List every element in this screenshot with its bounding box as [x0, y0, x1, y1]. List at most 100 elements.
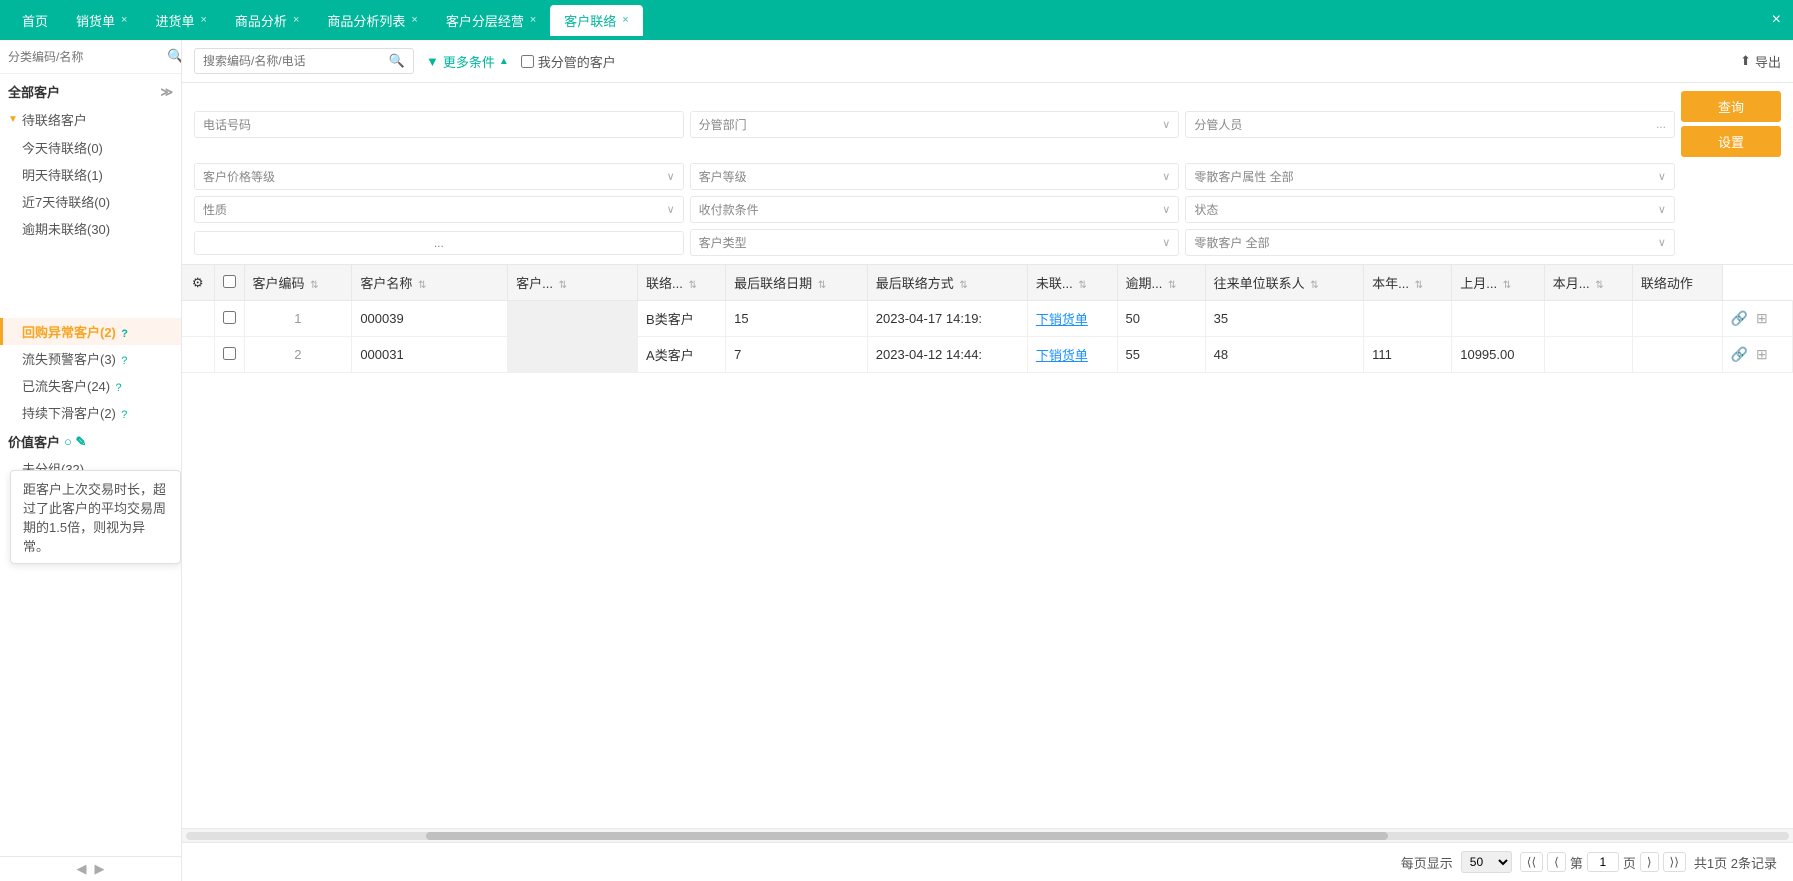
my-customer-check[interactable]	[521, 55, 534, 68]
filter-payment[interactable]: 收付款条件 ∨	[690, 196, 1180, 223]
row-overdue-cell: 48	[1205, 337, 1363, 373]
scrollbar-thumb[interactable]	[426, 832, 1388, 840]
arrow-icon: ▼	[8, 114, 18, 125]
filter-customer-level[interactable]: 客户等级 ∨	[690, 163, 1180, 190]
first-page-button[interactable]: ⟨⟨	[1520, 852, 1543, 872]
row-checkbox-cell[interactable]	[214, 337, 244, 373]
sidebar-item-overdue[interactable]: 逾期未联络(30)	[0, 215, 181, 242]
search-input[interactable]	[203, 54, 389, 68]
sidebar-item-tomorrow[interactable]: 明天待联络(1)	[0, 161, 181, 188]
close-icon[interactable]: ×	[293, 14, 299, 26]
sidebar-item-continuous-down[interactable]: 持续下滑客户(2) ?	[0, 399, 181, 426]
sidebar-item-reorder-abnormal[interactable]: 回购异常客户(2) ?	[0, 318, 181, 345]
contact2-column-header[interactable]: 往来单位联系人 ⇅	[1205, 265, 1363, 301]
row-checkbox[interactable]	[223, 347, 236, 360]
filter-customer-type[interactable]: 客户类型 ∨	[690, 229, 1180, 256]
setting-button[interactable]: 设置	[1681, 126, 1781, 157]
nav-product-analysis[interactable]: 商品分析 ×	[221, 5, 313, 36]
filter-icon: ▼	[426, 54, 439, 69]
type-column-header[interactable]: 客户... ⇅	[508, 265, 638, 301]
query-button[interactable]: 查询	[1681, 91, 1781, 122]
row-action-icons: 🔗 ⊞	[1731, 310, 1785, 327]
row-lastmethod-cell[interactable]: 下销货单	[1027, 337, 1117, 373]
nav-customer-contact[interactable]: 客户联络 ×	[550, 5, 642, 36]
next-page-button[interactable]: ⟩	[1640, 852, 1659, 872]
close-icon[interactable]: ×	[530, 14, 536, 26]
grid-action-icon[interactable]: ⊞	[1756, 346, 1768, 363]
row-name-cell	[508, 337, 638, 373]
horizontal-scrollbar[interactable]	[182, 828, 1793, 842]
filter-customer-level-arrow-icon: ∨	[1162, 170, 1170, 183]
search-icon[interactable]: 🔍	[389, 53, 405, 69]
link-action-icon[interactable]: 🔗	[1731, 346, 1748, 363]
settings-column-header[interactable]: ⚙	[182, 265, 214, 301]
link-action-icon[interactable]: 🔗	[1731, 310, 1748, 327]
filter-payment-label: 收付款条件	[699, 201, 759, 218]
thismonth-column-header[interactable]: 本月... ⇅	[1544, 265, 1632, 301]
window-close-button[interactable]: ×	[1772, 11, 1781, 29]
page-navigation: ⟨⟨ ⟨ 第 页 ⟩ ⟩⟩	[1520, 852, 1686, 872]
last-page-button[interactable]: ⟩⟩	[1663, 852, 1686, 872]
lastmethod-column-header[interactable]: 最后联络方式 ⇅	[867, 265, 1027, 301]
close-icon[interactable]: ×	[411, 14, 417, 26]
filter-nature[interactable]: 性质 ∨	[194, 196, 684, 223]
sidebar-item-7days[interactable]: 近7天待联络(0)	[0, 188, 181, 215]
filter-dept[interactable]: 分管部门 ∨	[690, 111, 1180, 138]
select-all-checkbox[interactable]	[223, 275, 236, 288]
close-icon[interactable]: ×	[121, 14, 127, 26]
close-icon[interactable]: ×	[200, 14, 206, 26]
value-group-edit-icon[interactable]: ○ ✎	[64, 434, 86, 450]
last-method-link[interactable]: 下销货单	[1036, 348, 1088, 363]
per-page-select[interactable]: 50 20 100	[1461, 851, 1512, 873]
sidebar-item-lost-customer[interactable]: 已流失客户(24) ?	[0, 372, 181, 399]
prev-page-button[interactable]: ⟨	[1547, 852, 1566, 872]
sidebar-item-today[interactable]: 今天待联络(0)	[0, 134, 181, 161]
contact-column-header[interactable]: 联络... ⇅	[638, 265, 726, 301]
filter-zero-customer[interactable]: 零散客户 全部 ∨	[1185, 229, 1675, 256]
sidebar-search-icon[interactable]: 🔍	[167, 48, 182, 65]
sidebar-item-lost-predict[interactable]: 流失预警客户(3) ?	[0, 345, 181, 372]
page-number-input[interactable]	[1587, 852, 1619, 872]
scrollbar-track[interactable]	[186, 832, 1789, 840]
nav-purchase[interactable]: 进货单 ×	[141, 5, 220, 36]
row-actions-cell: 🔗 ⊞	[1722, 301, 1793, 337]
row-checkbox-cell[interactable]	[214, 301, 244, 337]
nav-sales[interactable]: 销货单 ×	[62, 5, 141, 36]
export-button[interactable]: ⬆ 导出	[1740, 52, 1781, 71]
more-filter-button[interactable]: ▼ 更多条件 ▲	[426, 52, 509, 71]
filter-zero-attr[interactable]: 零散客户属性 全部 ∨	[1185, 163, 1675, 190]
last-method-link[interactable]: 下销货单	[1036, 312, 1088, 327]
type-sort-icon: ⇅	[559, 280, 567, 291]
overdue-column-header[interactable]: 逾期... ⇅	[1117, 265, 1205, 301]
row-checkbox[interactable]	[223, 311, 236, 324]
row-name-cell	[508, 301, 638, 337]
checkbox-column-header[interactable]	[214, 265, 244, 301]
nav-home[interactable]: 首页	[8, 5, 62, 36]
collapse-icon[interactable]: ≫	[160, 85, 173, 99]
uncontacted-sort-icon: ⇅	[1078, 280, 1086, 291]
sidebar-bottom: ◀ ▶	[0, 856, 181, 881]
sidebar-right-arrow-icon[interactable]: ▶	[95, 861, 105, 877]
row-lastmethod-cell[interactable]: 下销货单	[1027, 301, 1117, 337]
filter-phone[interactable]: 电话号码	[194, 111, 684, 138]
lastdate-column-header[interactable]: 最后联络日期 ⇅	[726, 265, 868, 301]
pending-group-header[interactable]: ▼ 待联络客户	[0, 105, 181, 134]
sidebar-left-arrow-icon[interactable]: ◀	[77, 861, 87, 877]
nav-product-analysis-list[interactable]: 商品分析列表 ×	[313, 5, 431, 36]
lastmonth-column-header[interactable]: 上月... ⇅	[1452, 265, 1545, 301]
my-customer-checkbox[interactable]: 我分管的客户	[521, 52, 616, 71]
close-icon[interactable]: ×	[622, 14, 628, 26]
grid-action-icon[interactable]: ⊞	[1756, 310, 1768, 327]
filter-person[interactable]: 分管人员 ...	[1185, 111, 1675, 138]
nav-customer-layered[interactable]: 客户分层经营 ×	[432, 5, 550, 36]
sidebar-search-input[interactable]	[8, 50, 163, 64]
thisyear-column-header[interactable]: 本年... ⇅	[1364, 265, 1452, 301]
filter-more-dots[interactable]: ...	[194, 231, 684, 255]
filter-status[interactable]: 状态 ∨	[1185, 196, 1675, 223]
name-column-header[interactable]: 客户名称 ⇅	[352, 265, 508, 301]
uncontacted-column-header[interactable]: 未联... ⇅	[1027, 265, 1117, 301]
lost-customer-label: 已流失客户(24)	[22, 379, 110, 394]
contact2-label: 往来单位联系人	[1214, 276, 1305, 291]
filter-price-level[interactable]: 客户价格等级 ∨	[194, 163, 684, 190]
code-column-header[interactable]: 客户编码 ⇅	[244, 265, 352, 301]
